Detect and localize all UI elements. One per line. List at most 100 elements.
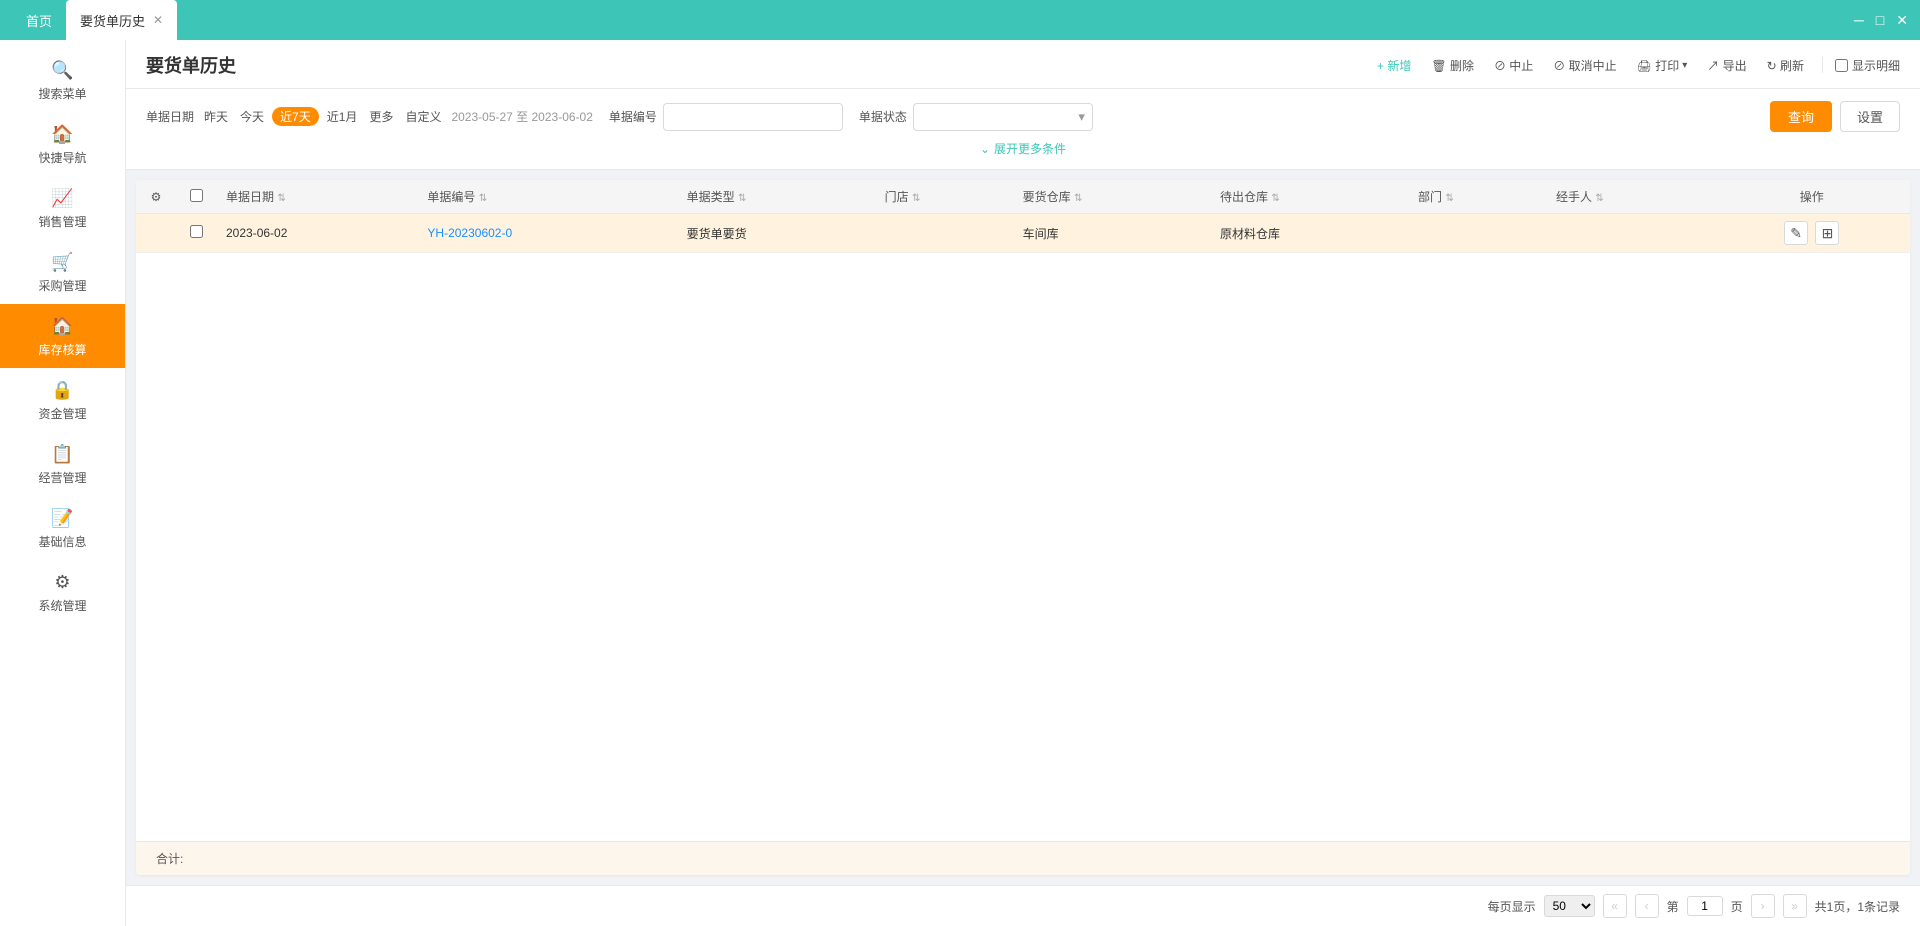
settings-button[interactable]: 设置 bbox=[1840, 101, 1900, 132]
date-btn-7days[interactable]: 近7天 bbox=[272, 107, 319, 126]
select-all-checkbox[interactable] bbox=[190, 189, 203, 202]
col-date[interactable]: 单据日期 ⇅ bbox=[216, 180, 417, 214]
date-btn-custom[interactable]: 自定义 bbox=[401, 107, 445, 126]
col-doc-type[interactable]: 单据类型 ⇅ bbox=[677, 180, 875, 214]
sidebar-item-sales-label: 销售管理 bbox=[38, 213, 86, 230]
search-icon: 🔍 bbox=[51, 60, 73, 81]
filter-area: 单据日期 昨天 今天 近7天 近1月 更多 自定义 2023-05-27 至 2… bbox=[126, 89, 1920, 170]
export-button[interactable]: ↗ 导出 bbox=[1701, 53, 1752, 78]
window-controls: ─ □ ✕ bbox=[1854, 12, 1908, 29]
date-btn-today[interactable]: 今天 bbox=[236, 107, 268, 126]
page-size-select[interactable]: 50 10 20 100 bbox=[1544, 895, 1595, 917]
page-number-input[interactable] bbox=[1687, 896, 1723, 916]
query-button[interactable]: 查询 bbox=[1770, 101, 1832, 132]
sidebar-item-sales[interactable]: 📈 销售管理 bbox=[0, 176, 125, 240]
window-maximize[interactable]: □ bbox=[1876, 12, 1884, 28]
row-check-cell bbox=[176, 214, 216, 253]
page-next-button[interactable]: › bbox=[1751, 894, 1775, 918]
print-button[interactable]: 🖨 打印 ▾ bbox=[1631, 53, 1694, 78]
sidebar-item-purchase-label: 采购管理 bbox=[38, 277, 86, 294]
refresh-button[interactable]: ↻ 刷新 bbox=[1761, 53, 1810, 78]
sidebar-item-operations[interactable]: 📋 经营管理 bbox=[0, 432, 125, 496]
row-checkbox[interactable] bbox=[190, 225, 203, 238]
header-row: ⚙ 单据日期 ⇅ 单据编号 ⇅ bbox=[136, 180, 1910, 214]
page-last-button[interactable]: » bbox=[1783, 894, 1807, 918]
col-doc-no[interactable]: 单据编号 ⇅ bbox=[417, 180, 676, 214]
page-prev-button[interactable]: ‹ bbox=[1635, 894, 1659, 918]
col-store[interactable]: 门店 ⇅ bbox=[875, 180, 1013, 214]
delete-button[interactable]: 🗑 删除 bbox=[1425, 53, 1480, 78]
show-detail-checkbox[interactable] bbox=[1835, 59, 1848, 72]
row-edit-button[interactable]: ✎ bbox=[1784, 221, 1808, 245]
stop-label: ⊘ 中止 bbox=[1494, 57, 1533, 74]
sidebar-item-finance[interactable]: 🔒 资金管理 bbox=[0, 368, 125, 432]
add-button[interactable]: + 新增 bbox=[1371, 53, 1417, 78]
col-date-label: 单据日期 bbox=[226, 190, 274, 204]
sort-date-icon: ⇅ bbox=[277, 193, 285, 204]
sidebar-item-search[interactable]: 🔍 搜索菜单 bbox=[0, 48, 125, 112]
stop-button[interactable]: ⊘ 中止 bbox=[1488, 53, 1539, 78]
window-close[interactable]: ✕ bbox=[1896, 12, 1908, 29]
tab-home[interactable]: 首页 bbox=[12, 0, 66, 40]
sidebar-item-finance-label: 资金管理 bbox=[38, 405, 86, 422]
sidebar-item-nav[interactable]: 🏠 快捷导航 bbox=[0, 112, 125, 176]
status-select[interactable] bbox=[913, 103, 1093, 131]
row-doc-no: YH-20230602-0 bbox=[417, 214, 676, 253]
row-operations: ✎ ⊞ bbox=[1714, 214, 1910, 253]
tab-close-icon[interactable]: ✕ bbox=[153, 13, 163, 27]
row-doc-no-link[interactable]: YH-20230602-0 bbox=[427, 226, 512, 240]
top-bar: 首页 要货单历史 ✕ ─ □ ✕ bbox=[0, 0, 1920, 40]
sidebar-item-purchase[interactable]: 🛒 采购管理 bbox=[0, 240, 125, 304]
table-footer: 合计: bbox=[136, 841, 1910, 875]
sidebar-item-system[interactable]: ⚙ 系统管理 bbox=[0, 560, 125, 624]
sidebar-item-inventory[interactable]: 🏠 库存核算 bbox=[0, 304, 125, 368]
col-pending-warehouse[interactable]: 待出仓库 ⇅ bbox=[1210, 180, 1408, 214]
col-handler-label: 经手人 bbox=[1556, 190, 1592, 204]
window-minimize[interactable]: ─ bbox=[1854, 12, 1864, 28]
sidebar-item-inventory-label: 库存核算 bbox=[38, 341, 86, 358]
filter-actions: 查询 设置 bbox=[1770, 101, 1900, 132]
sidebar: 🔍 搜索菜单 🏠 快捷导航 📈 销售管理 🛒 采购管理 🏠 库存核算 🔒 资金管… bbox=[0, 40, 126, 926]
row-delete-button[interactable]: ⊞ bbox=[1815, 221, 1839, 245]
filter-row: 单据日期 昨天 今天 近7天 近1月 更多 自定义 2023-05-27 至 2… bbox=[146, 101, 1900, 132]
row-handler bbox=[1546, 214, 1714, 253]
sort-handler-icon: ⇅ bbox=[1595, 193, 1603, 204]
col-dept[interactable]: 部门 ⇅ bbox=[1408, 180, 1546, 214]
toolbar: + 新增 🗑 删除 ⊘ 中止 ⊘ 取消中止 🖨 打印 ▾ ↗ 导出 bbox=[1371, 53, 1900, 88]
doc-no-input[interactable] bbox=[663, 103, 843, 131]
sidebar-item-basic[interactable]: 📝 基础信息 bbox=[0, 496, 125, 560]
settings-gear-icon[interactable]: ⚙ bbox=[151, 190, 162, 204]
col-store-label: 门店 bbox=[885, 190, 909, 204]
table-header: ⚙ 单据日期 ⇅ 单据编号 ⇅ bbox=[136, 180, 1910, 214]
sidebar-item-nav-label: 快捷导航 bbox=[38, 149, 86, 166]
col-handler[interactable]: 经手人 ⇅ bbox=[1546, 180, 1714, 214]
sort-req-wh-icon: ⇅ bbox=[1074, 193, 1082, 204]
doc-no-label: 单据编号 bbox=[609, 108, 657, 125]
row-pending-warehouse: 原材料仓库 bbox=[1210, 214, 1408, 253]
expand-filter[interactable]: ⌄ 展开更多条件 bbox=[146, 140, 1900, 157]
date-btn-1month[interactable]: 近1月 bbox=[323, 107, 362, 126]
expand-filter-label: 展开更多条件 bbox=[994, 140, 1066, 157]
add-label: + 新增 bbox=[1377, 57, 1411, 74]
date-btn-more[interactable]: 更多 bbox=[365, 107, 397, 126]
page-header: 要货单历史 + 新增 🗑 删除 ⊘ 中止 ⊘ 取消中止 🖨 打印 ▾ bbox=[126, 40, 1920, 89]
sort-doc-no-icon: ⇅ bbox=[479, 193, 487, 204]
page-first-button[interactable]: « bbox=[1603, 894, 1627, 918]
sort-doc-type-icon: ⇅ bbox=[738, 193, 746, 204]
date-label: 单据日期 bbox=[146, 108, 194, 125]
show-detail-toggle[interactable]: 显示明细 bbox=[1835, 57, 1900, 74]
col-req-warehouse[interactable]: 要货仓库 ⇅ bbox=[1013, 180, 1210, 214]
table-row[interactable]: 2023-06-02 YH-20230602-0 要货单要货 车间库 原材料仓库 bbox=[136, 214, 1910, 253]
row-date: 2023-06-02 bbox=[216, 214, 417, 253]
basic-icon: 📝 bbox=[51, 508, 73, 529]
date-filter: 单据日期 昨天 今天 近7天 近1月 更多 自定义 2023-05-27 至 2… bbox=[146, 107, 593, 126]
chevron-down-icon: ⌄ bbox=[980, 142, 990, 156]
table-body: 2023-06-02 YH-20230602-0 要货单要货 车间库 原材料仓库 bbox=[136, 214, 1910, 253]
main-layout: 🔍 搜索菜单 🏠 快捷导航 📈 销售管理 🛒 采购管理 🏠 库存核算 🔒 资金管… bbox=[0, 40, 1920, 926]
col-req-warehouse-label: 要货仓库 bbox=[1023, 190, 1071, 204]
date-btn-yesterday[interactable]: 昨天 bbox=[200, 107, 232, 126]
sidebar-item-basic-label: 基础信息 bbox=[38, 533, 86, 550]
sidebar-item-operations-label: 经营管理 bbox=[38, 469, 86, 486]
cancel-stop-button[interactable]: ⊘ 取消中止 bbox=[1547, 53, 1622, 78]
tab-history[interactable]: 要货单历史 ✕ bbox=[66, 0, 177, 40]
